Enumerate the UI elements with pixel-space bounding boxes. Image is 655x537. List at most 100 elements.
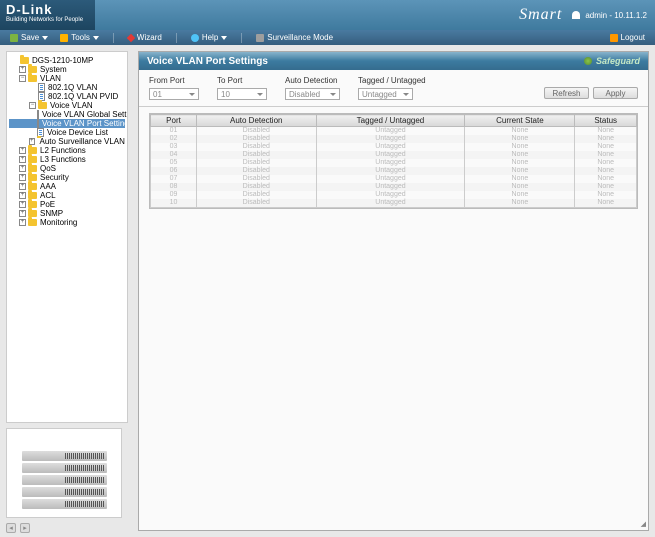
- table-row[interactable]: 08DisabledUntaggedNoneNone: [151, 183, 637, 191]
- tree-voice-vlan-global[interactable]: Voice VLAN Global Settings: [9, 110, 125, 119]
- safeguard-icon: [584, 57, 592, 65]
- save-menu[interactable]: Save: [6, 33, 52, 42]
- table-cell: 04: [151, 151, 197, 159]
- logout-button[interactable]: Logout: [606, 33, 649, 42]
- chevron-down-icon: [189, 93, 195, 96]
- separator: [113, 33, 114, 43]
- table-header: Auto Detection: [197, 115, 317, 127]
- table-cell: 02: [151, 135, 197, 143]
- tree-security[interactable]: +Security: [9, 173, 125, 182]
- tree-voice-vlan[interactable]: −Voice VLAN: [9, 101, 125, 110]
- table-row[interactable]: 01DisabledUntaggedNoneNone: [151, 127, 637, 136]
- folder-icon: [28, 147, 37, 154]
- table-cell: None: [465, 143, 575, 151]
- table-row[interactable]: 07DisabledUntaggedNoneNone: [151, 175, 637, 183]
- to-port-select[interactable]: 10: [217, 88, 267, 100]
- admin-label: admin - 10.11.1.2: [585, 11, 647, 20]
- table-cell: Untagged: [316, 175, 465, 183]
- chevron-down-icon: [93, 36, 99, 40]
- from-port-select[interactable]: 01: [149, 88, 199, 100]
- resize-grip-icon: ◢: [641, 520, 646, 528]
- table-cell: None: [465, 151, 575, 159]
- table-row[interactable]: 10DisabledUntaggedNoneNone: [151, 199, 637, 208]
- help-menu[interactable]: Help: [187, 33, 231, 42]
- tree-snmp[interactable]: +SNMP: [9, 209, 125, 218]
- table-cell: Disabled: [197, 167, 317, 175]
- table-cell: Disabled: [197, 159, 317, 167]
- table-cell: 05: [151, 159, 197, 167]
- tree-l2[interactable]: +L2 Functions: [9, 146, 125, 155]
- brand-text: D-Link: [6, 2, 89, 17]
- table-row[interactable]: 04DisabledUntaggedNoneNone: [151, 151, 637, 159]
- table-cell: 09: [151, 191, 197, 199]
- admin-info: admin - 10.11.1.2: [572, 11, 655, 20]
- tree-l3[interactable]: +L3 Functions: [9, 155, 125, 164]
- from-port-label: From Port: [149, 76, 199, 85]
- table-cell: Untagged: [316, 143, 465, 151]
- refresh-button[interactable]: Refresh: [544, 87, 589, 99]
- table-cell: None: [575, 151, 637, 159]
- tree-voice-vlan-port[interactable]: Voice VLAN Port Settings: [9, 119, 125, 128]
- tree-8021q-pvid[interactable]: 802.1Q VLAN PVID: [9, 92, 125, 101]
- table-row[interactable]: 03DisabledUntaggedNoneNone: [151, 143, 637, 151]
- nav-next-button[interactable]: ▸: [20, 523, 30, 533]
- help-label: Help: [202, 33, 218, 42]
- table-cell: None: [465, 127, 575, 136]
- auto-detection-select[interactable]: Disabled: [285, 88, 340, 100]
- table-cell: None: [465, 199, 575, 208]
- table-cell: None: [575, 135, 637, 143]
- table-cell: Untagged: [316, 151, 465, 159]
- wizard-button[interactable]: Wizard: [124, 33, 166, 42]
- content-panel: Voice VLAN Port Settings Safeguard From …: [138, 51, 649, 531]
- table-cell: None: [465, 191, 575, 199]
- chevron-down-icon: [403, 93, 409, 96]
- tree-poe[interactable]: +PoE: [9, 200, 125, 209]
- tree-root[interactable]: DGS-1210-10MP: [9, 56, 125, 65]
- chevron-down-icon: [330, 93, 336, 96]
- table-cell: Disabled: [197, 175, 317, 183]
- folder-icon: [28, 210, 37, 217]
- chevron-down-icon: [257, 93, 263, 96]
- table-cell: None: [575, 199, 637, 208]
- save-label: Save: [21, 33, 39, 42]
- table-cell: None: [465, 175, 575, 183]
- table-cell: None: [465, 183, 575, 191]
- tagged-select[interactable]: Untagged: [358, 88, 413, 100]
- table-cell: Disabled: [197, 127, 317, 136]
- settings-form: From Port 01 To Port 10 Auto Detection D…: [139, 70, 648, 107]
- tools-menu[interactable]: Tools: [56, 33, 103, 42]
- folder-icon: [28, 156, 37, 163]
- tree-voice-device-list[interactable]: Voice Device List: [9, 128, 125, 137]
- tree-qos[interactable]: +QoS: [9, 164, 125, 173]
- table-cell: Disabled: [197, 191, 317, 199]
- folder-icon: [28, 75, 37, 82]
- table-row[interactable]: 06DisabledUntaggedNoneNone: [151, 167, 637, 175]
- separator: [241, 33, 242, 43]
- surveillance-button[interactable]: Surveillance Mode: [252, 33, 337, 42]
- tree-auto-surv-vlan[interactable]: +Auto Surveillance VLAN: [9, 137, 125, 146]
- table-cell: Disabled: [197, 199, 317, 208]
- apply-button[interactable]: Apply: [593, 87, 638, 99]
- logout-label: Logout: [621, 33, 645, 42]
- table-header: Status: [575, 115, 637, 127]
- safeguard-badge: Safeguard: [584, 56, 640, 66]
- table-cell: Untagged: [316, 159, 465, 167]
- table-cell: 01: [151, 127, 197, 136]
- wizard-icon: [127, 33, 135, 41]
- table-header: Port: [151, 115, 197, 127]
- nav-prev-button[interactable]: ◂: [6, 523, 16, 533]
- table-row[interactable]: 05DisabledUntaggedNoneNone: [151, 159, 637, 167]
- chevron-down-icon: [221, 36, 227, 40]
- tree-system[interactable]: +System: [9, 65, 125, 74]
- table-row[interactable]: 09DisabledUntaggedNoneNone: [151, 191, 637, 199]
- table-row[interactable]: 02DisabledUntaggedNoneNone: [151, 135, 637, 143]
- tree-vlan[interactable]: −VLAN: [9, 74, 125, 83]
- folder-icon: [28, 165, 37, 172]
- surveillance-icon: [256, 34, 264, 42]
- tagged-label: Tagged / Untagged: [358, 76, 426, 85]
- tree-aaa[interactable]: +AAA: [9, 182, 125, 191]
- tree-acl[interactable]: +ACL: [9, 191, 125, 200]
- tree-8021q-vlan[interactable]: 802.1Q VLAN: [9, 83, 125, 92]
- table-cell: Disabled: [197, 143, 317, 151]
- tree-monitoring[interactable]: +Monitoring: [9, 218, 125, 227]
